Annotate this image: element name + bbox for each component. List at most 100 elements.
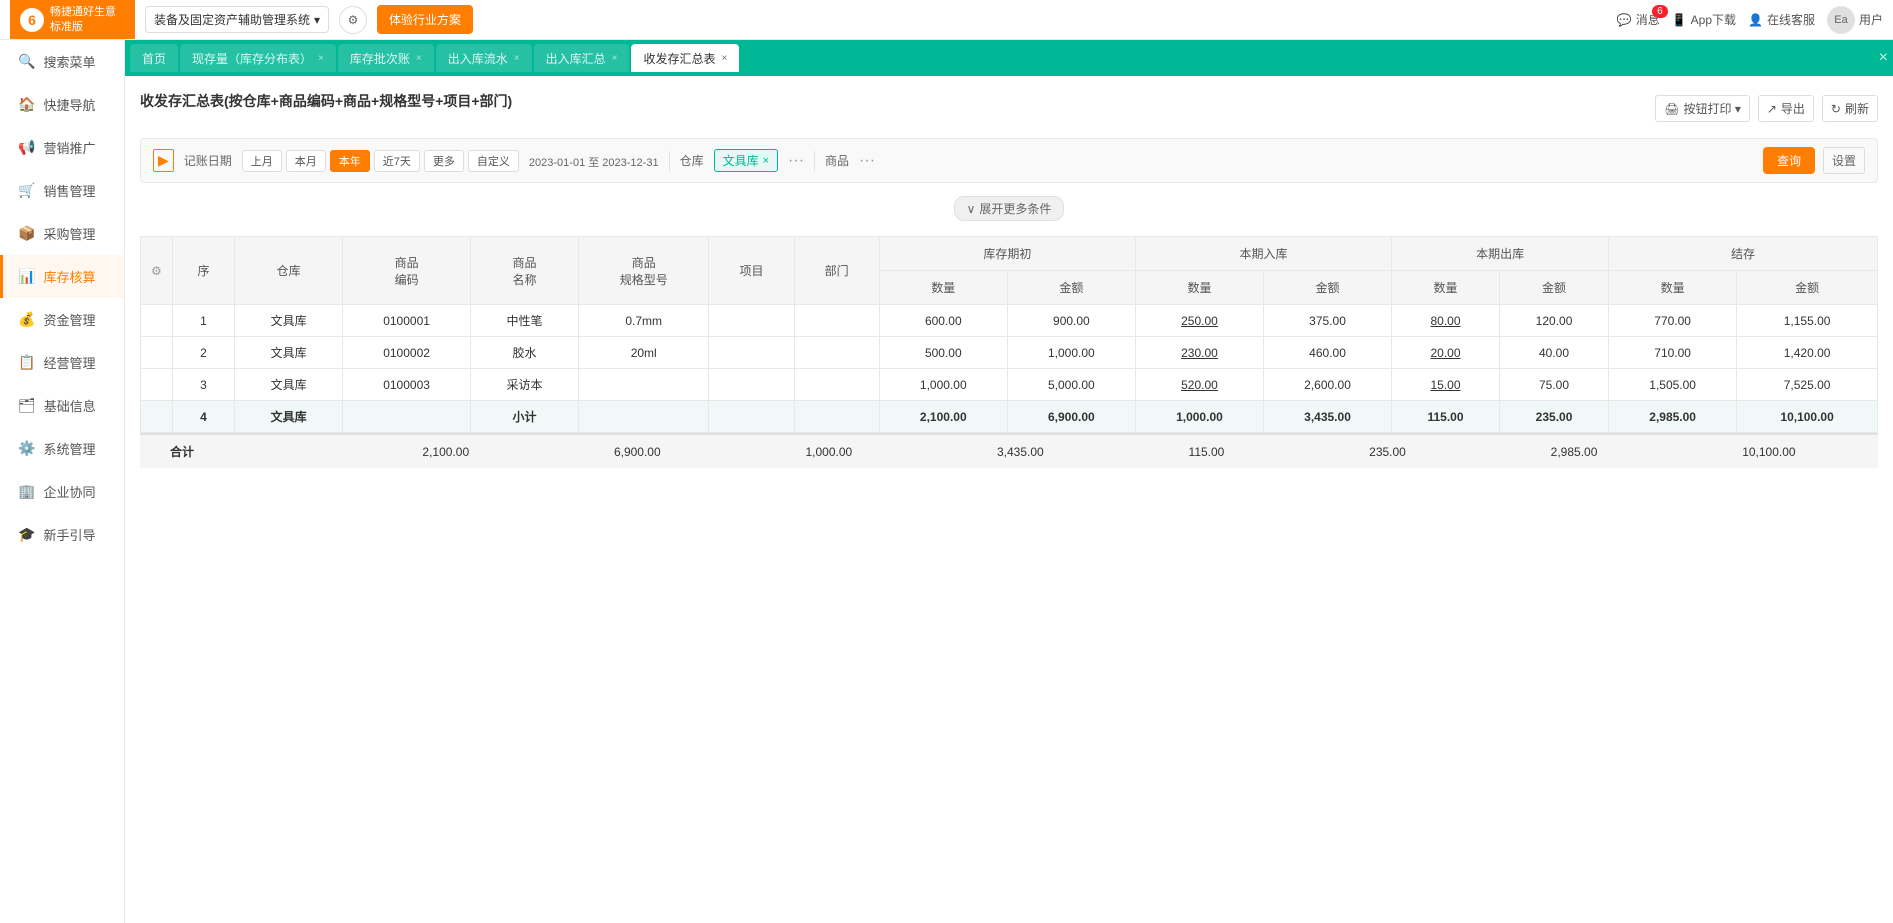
search-icon: 🔍 (18, 53, 35, 70)
footer-in-amt: 3,435.00 (997, 445, 1044, 459)
footer-label: 合计 (150, 443, 350, 460)
sidebar-item-finance[interactable]: 💰 资金管理 (0, 298, 124, 341)
column-settings-icon[interactable]: ⚙ (151, 264, 162, 278)
table-cell: 3,435.00 (1263, 401, 1391, 433)
goods-more-btn[interactable]: ··· (859, 152, 875, 170)
user-action[interactable]: Ea 用户 (1827, 6, 1883, 34)
system-selector[interactable]: 装备及固定资产辅助管理系统 ▾ (145, 6, 329, 33)
warehouse-tag: 文具库 × (714, 149, 778, 172)
date-btn-this-month[interactable]: 本月 (286, 150, 326, 172)
sidebar-item-system[interactable]: ⚙️ 系统管理 (0, 427, 124, 470)
trial-button[interactable]: 体验行业方案 (377, 5, 473, 34)
filter-collapse-btn[interactable]: ▶ (153, 149, 174, 172)
tab-close-recv-summary[interactable]: × (721, 53, 727, 64)
tab-close-batch[interactable]: × (416, 53, 422, 64)
message-action[interactable]: 💬 消息 6 (1617, 11, 1660, 28)
online-service-action[interactable]: 👤 在线客服 (1748, 11, 1815, 28)
base-icon: 🗂 (18, 397, 36, 414)
table-cell: 采访本 (471, 369, 579, 401)
warehouse-tag-remove[interactable]: × (763, 155, 769, 167)
date-buttons: 上月 本月 本年 近7天 更多 自定义 (242, 150, 519, 172)
tab-bar-close-all[interactable]: × (1879, 49, 1888, 67)
table-cell: 20ml (578, 337, 709, 369)
tab-home[interactable]: 首页 (130, 44, 178, 72)
export-button[interactable]: ↗ 导出 (1758, 95, 1814, 122)
in-qty-link[interactable]: 250.00 (1135, 305, 1263, 337)
guide-icon: 🎓 (18, 526, 35, 543)
in-qty-link[interactable]: 520.00 (1135, 369, 1263, 401)
tab-batch[interactable]: 库存批次账 × (338, 44, 434, 72)
in-qty-link[interactable]: 230.00 (1135, 337, 1263, 369)
date-btn-custom[interactable]: 自定义 (468, 150, 519, 172)
tab-recv-summary[interactable]: 收发存汇总表 × (631, 44, 739, 72)
tab-inout-summary[interactable]: 出入库汇总 × (534, 44, 630, 72)
main-layout: 🔍 搜索菜单 🏠 快捷导航 📢 营销推广 🛒 销售管理 📦 采购管理 📊 库存核… (0, 40, 1893, 923)
warehouse-more-btn[interactable]: ··· (788, 152, 804, 170)
sidebar-item-corp[interactable]: 🏢 企业协同 (0, 470, 124, 513)
sidebar-item-operations[interactable]: 📋 经营管理 (0, 341, 124, 384)
sidebar-item-search[interactable]: 🔍 搜索菜单 (0, 40, 124, 83)
expand-conditions-btn[interactable]: ∨ 展开更多条件 (954, 196, 1065, 221)
print-button[interactable]: 🖨 按钮打印 ▾ (1655, 95, 1750, 122)
filter-settings-btn[interactable]: 设置 (1823, 147, 1865, 174)
table-row: 4文具库小计2,100.006,900.001,000.003,435.0011… (141, 401, 1878, 433)
th-open-amt: 金额 (1007, 271, 1135, 305)
table-row: 2文具库0100002胶水20ml500.001,000.00230.00460… (141, 337, 1878, 369)
table-cell: 1 (172, 305, 234, 337)
th-in-amt: 金额 (1263, 271, 1391, 305)
th-settings[interactable]: ⚙ (141, 237, 173, 305)
tab-stock-dist[interactable]: 现存量（库存分布表） × (180, 44, 336, 72)
date-btn-this-year[interactable]: 本年 (330, 150, 370, 172)
query-button[interactable]: 查询 (1763, 147, 1815, 174)
out-qty-link[interactable]: 80.00 (1392, 305, 1500, 337)
date-btn-last-month[interactable]: 上月 (242, 150, 282, 172)
table-cell: 600.00 (879, 305, 1007, 337)
sidebar-item-base[interactable]: 🗂 基础信息 (0, 384, 124, 427)
sidebar-item-marketing[interactable]: 📢 营销推广 (0, 126, 124, 169)
table-cell: 文具库 (235, 369, 343, 401)
table-cell (343, 401, 471, 433)
sidebar-item-inventory[interactable]: 📊 库存核算 (0, 255, 124, 298)
table-cell: 1,000.00 (1135, 401, 1263, 433)
table-cell: 1,505.00 (1609, 369, 1737, 401)
settings-icon-btn[interactable]: ⚙ (339, 6, 367, 34)
finance-icon: 💰 (18, 311, 35, 328)
footer-bal-qty: 2,985.00 (1551, 445, 1598, 459)
footer-open-amt: 6,900.00 (614, 445, 661, 459)
service-icon: 👤 (1748, 13, 1763, 27)
table-cell (141, 369, 173, 401)
table-cell: 2,600.00 (1263, 369, 1391, 401)
app-download-action[interactable]: 📱 App下载 (1672, 11, 1736, 28)
home-icon: 🏠 (18, 96, 35, 113)
table-cell (141, 401, 173, 433)
th-dept: 部门 (794, 237, 879, 305)
sidebar-item-guide[interactable]: 🎓 新手引导 (0, 513, 124, 556)
table-cell (794, 369, 879, 401)
tab-close-inout-flow[interactable]: × (514, 53, 520, 64)
top-bar: 6 畅捷通好生意 标准版 装备及固定资产辅助管理系统 ▾ ⚙ 体验行业方案 💬 … (0, 0, 1893, 40)
th-no: 序 (172, 237, 234, 305)
sidebar-item-sales[interactable]: 🛒 销售管理 (0, 169, 124, 212)
table-cell: 500.00 (879, 337, 1007, 369)
out-qty-link[interactable]: 20.00 (1392, 337, 1500, 369)
table-cell: 900.00 (1007, 305, 1135, 337)
th-goods-name: 商品名称 (471, 237, 579, 305)
date-btn-more[interactable]: 更多 (424, 150, 464, 172)
sidebar-item-quicknav[interactable]: 🏠 快捷导航 (0, 83, 124, 126)
out-qty-link[interactable]: 15.00 (1392, 369, 1500, 401)
refresh-button[interactable]: ↻ 刷新 (1822, 95, 1878, 122)
table-cell: 2,100.00 (879, 401, 1007, 433)
sidebar: 🔍 搜索菜单 🏠 快捷导航 📢 营销推广 🛒 销售管理 📦 采购管理 📊 库存核… (0, 40, 125, 923)
th-project: 项目 (709, 237, 794, 305)
date-btn-7days[interactable]: 近7天 (374, 150, 420, 172)
tab-close-inout-summary[interactable]: × (612, 53, 618, 64)
operations-icon: 📋 (18, 354, 35, 371)
print-icon: 🖨 (1664, 102, 1679, 116)
table-cell: 10,100.00 (1737, 401, 1878, 433)
sidebar-item-purchase[interactable]: 📦 采购管理 (0, 212, 124, 255)
table-cell: 4 (172, 401, 234, 433)
tab-inout-flow[interactable]: 出入库流水 × (436, 44, 532, 72)
table-cell (794, 337, 879, 369)
table-cell: 0100001 (343, 305, 471, 337)
tab-close-stock-dist[interactable]: × (318, 53, 324, 64)
